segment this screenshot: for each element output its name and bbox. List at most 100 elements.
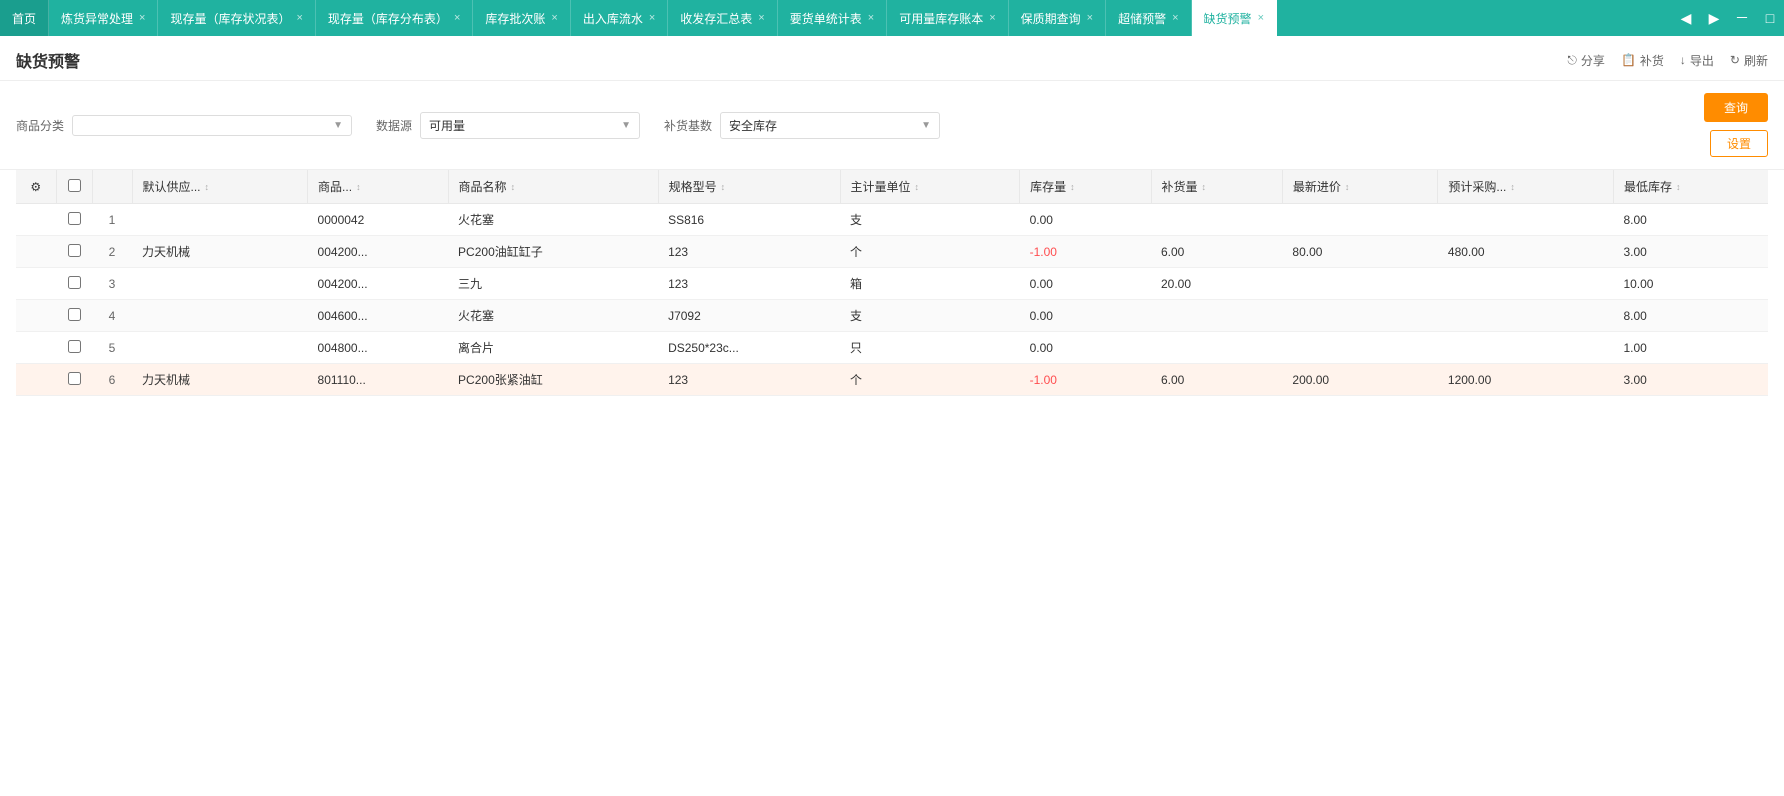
row-min-stock-5: 3.00 xyxy=(1613,364,1768,396)
datasource-value: 可用量 xyxy=(429,117,465,134)
tab-batch[interactable]: 库存批次账× xyxy=(473,0,570,36)
code-sort-icon: ↕ xyxy=(356,182,361,192)
tab-close-collect[interactable]: × xyxy=(758,12,764,24)
settings-button[interactable]: 设置 xyxy=(1710,130,1768,157)
datasource-select[interactable]: 可用量 ▼ xyxy=(420,112,640,139)
table-gear-icon[interactable]: ⚙ xyxy=(30,180,41,194)
row-checkbox-5[interactable] xyxy=(68,372,81,385)
tab-close-expiry[interactable]: × xyxy=(1087,12,1093,24)
row-estimated-2 xyxy=(1438,268,1614,300)
tab-close-order-stat[interactable]: × xyxy=(868,12,874,24)
row-checkbox-2[interactable] xyxy=(68,276,81,289)
tab-close-abnormal[interactable]: × xyxy=(139,12,145,24)
row-stock-3: 0.00 xyxy=(1020,300,1151,332)
tab-abnormal[interactable]: 炼货异常处理 × xyxy=(49,0,158,36)
row-checkbox-0[interactable] xyxy=(68,212,81,225)
row-code-1: 004200... xyxy=(308,236,449,268)
row-unit-3: 支 xyxy=(840,300,1020,332)
row-replenish-5: 6.00 xyxy=(1151,364,1282,396)
th-replenish[interactable]: 补货量 ↕ xyxy=(1151,170,1282,204)
row-spec-4: DS250*23c... xyxy=(658,332,840,364)
th-spec[interactable]: 规格型号 ↕ xyxy=(658,170,840,204)
row-checkbox-1[interactable] xyxy=(68,244,81,257)
row-check-5[interactable] xyxy=(56,364,92,396)
window-minimize[interactable]: － xyxy=(1728,0,1756,36)
category-select[interactable]: ▼ xyxy=(72,115,352,136)
row-check-4[interactable] xyxy=(56,332,92,364)
tab-close-overstock[interactable]: × xyxy=(1172,12,1178,24)
row-supplier-0 xyxy=(132,204,308,236)
category-arrow-icon: ▼ xyxy=(333,120,343,131)
row-check-2[interactable] xyxy=(56,268,92,300)
row-checkbox-3[interactable] xyxy=(68,308,81,321)
row-checkbox-4[interactable] xyxy=(68,340,81,353)
tab-close-stock-status[interactable]: × xyxy=(296,12,302,24)
tab-scroll-right[interactable]: ▶ xyxy=(1700,0,1728,36)
select-all-checkbox[interactable] xyxy=(68,179,81,192)
row-check-3[interactable] xyxy=(56,300,92,332)
row-check-1[interactable] xyxy=(56,236,92,268)
latest-price-sort-icon: ↕ xyxy=(1345,182,1350,192)
tab-close-batch[interactable]: × xyxy=(551,12,557,24)
share-button[interactable]: ⎋ 分享 xyxy=(1567,52,1605,69)
tab-stock-dist[interactable]: 现存量（库存分布表）× xyxy=(316,0,473,36)
tab-inout-flow[interactable]: 出入库流水× xyxy=(571,0,668,36)
row-spec-2: 123 xyxy=(658,268,840,300)
tab-home[interactable]: 首页 xyxy=(0,0,49,36)
tab-label: 炼货异常处理 xyxy=(61,10,133,27)
row-stock-1: -1.00 xyxy=(1020,236,1151,268)
replenish-button[interactable]: 📋 补货 xyxy=(1621,52,1664,69)
tab-expiry[interactable]: 保质期查询× xyxy=(1009,0,1106,36)
th-name[interactable]: 商品名称 ↕ xyxy=(448,170,658,204)
tab-close-stock-dist[interactable]: × xyxy=(454,12,460,24)
th-code[interactable]: 商品... ↕ xyxy=(308,170,449,204)
th-num xyxy=(92,170,132,204)
row-unit-2: 箱 xyxy=(840,268,1020,300)
tab-shortage[interactable]: 缺货预警× xyxy=(1192,0,1277,36)
tab-label: 收发存汇总表 xyxy=(680,10,752,27)
table-row: 3 004200... 三九 123 箱 0.00 20.00 10.00 xyxy=(16,268,1768,300)
row-check-0[interactable] xyxy=(56,204,92,236)
replenish-base-select[interactable]: 安全库存 ▼ xyxy=(720,112,940,139)
row-min-stock-2: 10.00 xyxy=(1613,268,1768,300)
th-supplier[interactable]: 默认供应... ↕ xyxy=(132,170,308,204)
row-replenish-2: 20.00 xyxy=(1151,268,1282,300)
refresh-button[interactable]: ↻ 刷新 xyxy=(1730,52,1768,69)
table-header-row: ⚙ 默认供应... ↕ 商品... xyxy=(16,170,1768,204)
row-supplier-4 xyxy=(132,332,308,364)
th-unit[interactable]: 主计量单位 ↕ xyxy=(840,170,1020,204)
datasource-arrow-icon: ▼ xyxy=(621,120,631,131)
window-maximize[interactable]: □ xyxy=(1756,0,1784,36)
row-spec-3: J7092 xyxy=(658,300,840,332)
tab-avail-ledger[interactable]: 可用量库存账本× xyxy=(887,0,1008,36)
tab-order-stat[interactable]: 要货单统计表× xyxy=(778,0,887,36)
row-latest-price-0 xyxy=(1282,204,1437,236)
tab-label: 现存量（库存状况表） xyxy=(170,10,290,27)
header-actions: ⎋ 分享 📋 补货 ↓ 导出 ↻ 刷新 xyxy=(1567,52,1768,69)
tab-close-inout-flow[interactable]: × xyxy=(649,12,655,24)
tab-overstock[interactable]: 超储预警× xyxy=(1106,0,1191,36)
tab-close-avail-ledger[interactable]: × xyxy=(989,12,995,24)
row-replenish-3 xyxy=(1151,300,1282,332)
th-latest-price[interactable]: 最新进价 ↕ xyxy=(1282,170,1437,204)
export-button[interactable]: ↓ 导出 xyxy=(1680,52,1714,69)
tab-stock-status[interactable]: 现存量（库存状况表） × xyxy=(158,0,315,36)
row-spec-5: 123 xyxy=(658,364,840,396)
filter-area: 商品分类 ▼ 数据源 可用量 ▼ 补货基数 安全库存 ▼ 查询 设置 xyxy=(0,81,1784,170)
row-latest-price-2 xyxy=(1282,268,1437,300)
row-name-5: PC200张紧油缸 xyxy=(448,364,658,396)
th-settings: ⚙ xyxy=(16,170,56,204)
th-min-stock[interactable]: 最低库存 ↕ xyxy=(1613,170,1768,204)
row-num-1: 2 xyxy=(92,236,132,268)
filter-replenish-base: 补货基数 安全库存 ▼ xyxy=(664,112,940,139)
th-estimated[interactable]: 预计采购... ↕ xyxy=(1438,170,1614,204)
th-stock[interactable]: 库存量 ↕ xyxy=(1020,170,1151,204)
tab-scroll-left[interactable]: ◀ xyxy=(1672,0,1700,36)
query-button[interactable]: 查询 xyxy=(1704,93,1768,122)
row-estimated-3 xyxy=(1438,300,1614,332)
export-icon: ↓ xyxy=(1680,53,1686,67)
tab-close-shortage[interactable]: × xyxy=(1258,12,1264,24)
tab-collect[interactable]: 收发存汇总表 × xyxy=(668,0,777,36)
spec-sort-icon: ↕ xyxy=(721,182,726,192)
tab-bar: 首页炼货异常处理×现存量（库存状况表）×现存量（库存分布表）×库存批次账×出入库… xyxy=(0,0,1784,36)
